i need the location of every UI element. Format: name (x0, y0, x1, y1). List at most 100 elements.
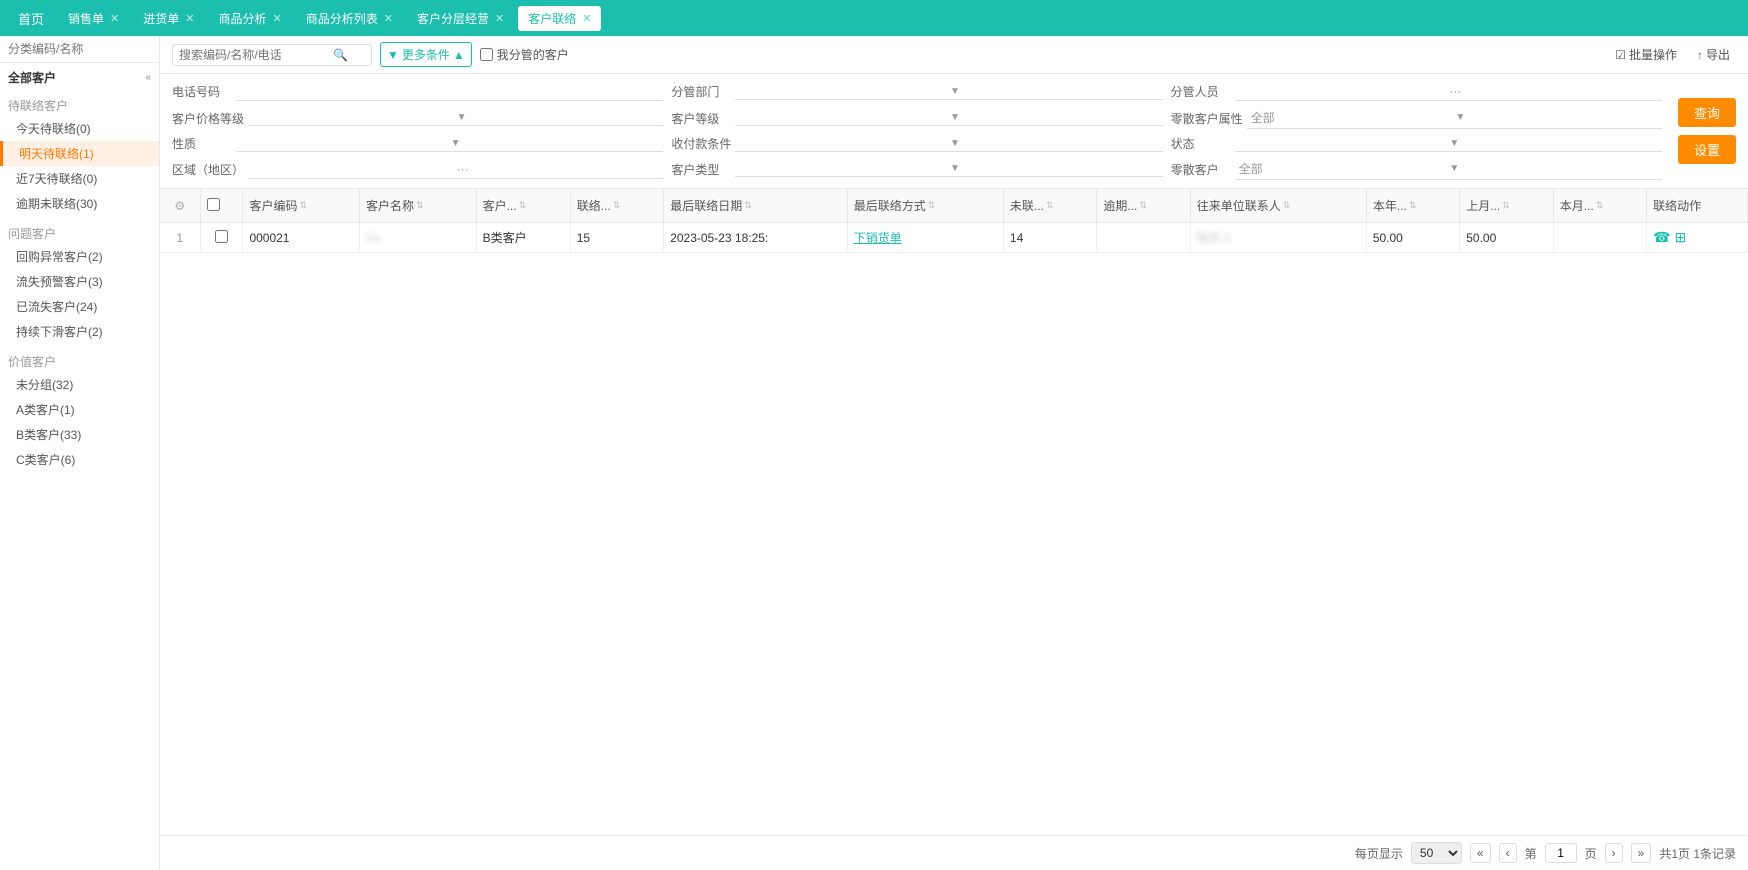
export-btn[interactable]: ↑ 导出 (1691, 43, 1736, 66)
th-last-month[interactable]: 上月... ⇅ (1460, 189, 1553, 223)
th-this-year[interactable]: 本年... ⇅ (1366, 189, 1459, 223)
sort-unit-contact-icon: ⇅ (1283, 200, 1291, 211)
sidebar-item-tomorrow[interactable]: 明天待联络(1) (0, 141, 159, 166)
sidebar-item-overdue[interactable]: 逾期未联络(30) (0, 191, 159, 216)
th-no-contact[interactable]: 未联... ⇅ (1003, 189, 1096, 223)
th-last-date[interactable]: 最后联络日期 ⇅ (664, 189, 848, 223)
row-checkbox[interactable] (215, 230, 228, 243)
search-bar-icon[interactable]: 🔍 (333, 48, 348, 62)
sidebar-all-customers[interactable]: 全部客户 « (0, 63, 159, 92)
last-page-btn[interactable]: » (1631, 843, 1652, 863)
my-customers-checkbox[interactable] (480, 48, 493, 61)
close-analysis-list-icon[interactable]: ✕ (384, 12, 393, 25)
qr-icon[interactable]: ⊞ (1675, 229, 1687, 246)
th-type[interactable]: 客户... ⇅ (476, 189, 570, 223)
cell-this-year: 50.00 (1366, 223, 1459, 253)
close-analysis-icon[interactable]: ✕ (273, 12, 282, 25)
first-page-btn[interactable]: « (1470, 843, 1491, 863)
sidebar-item-churned[interactable]: 已流失客户(24) (0, 294, 159, 319)
my-customers-checkbox-wrap[interactable]: 我分管的客户 (480, 46, 569, 63)
close-customer-tier-icon[interactable]: ✕ (495, 12, 504, 25)
filter-more-btn[interactable]: ▼ 更多条件 ▲ (380, 42, 472, 67)
filter-label-price-level: 客户价格等级 (172, 110, 244, 127)
filter-select-retail-customer[interactable]: 全部 ▼ (1235, 158, 1662, 180)
table-header-row: ⚙ 客户编码 ⇅ 客户名称 ⇅ (160, 189, 1748, 223)
cell-contacts: 15 (570, 223, 663, 253)
filter-select-status[interactable]: ▼ (1235, 136, 1662, 152)
th-contacts[interactable]: 联络... ⇅ (570, 189, 663, 223)
sidebar-item-classC[interactable]: C类客户(6) (0, 447, 159, 472)
sort-this-month-icon: ⇅ (1596, 200, 1604, 211)
cell-last-method[interactable]: 下销货单 (847, 223, 1003, 253)
filter-dots-person-icon[interactable]: ··· (1449, 84, 1658, 98)
th-unit-contact[interactable]: 往来单位联系人 ⇅ (1190, 189, 1366, 223)
filter-dots-region-icon[interactable]: ··· (457, 162, 660, 176)
gear-icon[interactable]: ⚙ (174, 199, 185, 213)
th-settings[interactable]: ⚙ (160, 189, 200, 223)
sidebar-item-ungrouped[interactable]: 未分组(32) (0, 372, 159, 397)
cell-action: ☎ ⊞ (1647, 223, 1748, 253)
filter-cell-nature: 性质 ▼ (172, 135, 663, 152)
nav-sales[interactable]: 销售单 ✕ (58, 6, 129, 31)
sort-no-contact-icon: ⇅ (1046, 200, 1054, 211)
filter-row-1: 电话号码 分管部门 ▼ 分管人员 (172, 82, 1662, 101)
sidebar-item-today[interactable]: 今天待联络(0) (0, 116, 159, 141)
filter-label-type: 客户类型 (671, 161, 731, 178)
sidebar-item-repurchase[interactable]: 回购异常客户(2) (0, 244, 159, 269)
sidebar-search-area: 🔍 (0, 36, 159, 63)
contact-icon[interactable]: ☎ (1653, 229, 1670, 246)
filter-select-nature[interactable]: ▼ (236, 136, 663, 152)
nav-analysis[interactable]: 商品分析 ✕ (208, 6, 291, 31)
per-page-select[interactable]: 50 100 200 (1411, 842, 1462, 864)
sidebar-item-classB[interactable]: B类客户(33) (0, 422, 159, 447)
th-last-method[interactable]: 最后联络方式 ⇅ (847, 189, 1003, 223)
th-overdue[interactable]: 逾期... ⇅ (1097, 189, 1190, 223)
filter-cell-price-level: 客户价格等级 ▼ (172, 110, 663, 127)
close-purchase-icon[interactable]: ✕ (185, 12, 194, 25)
nav-purchase[interactable]: 进货单 ✕ (133, 6, 204, 31)
batch-op-btn[interactable]: ☑ 批量操作 (1609, 43, 1683, 66)
filter-cell-payment: 收付款条件 ▼ (671, 135, 1162, 152)
nav-analysis-list[interactable]: 商品分析列表 ✕ (296, 6, 403, 31)
set-button[interactable]: 设置 (1678, 135, 1736, 164)
th-checkbox (200, 189, 243, 223)
filter-select-retail-attr[interactable]: 全部 ▼ (1247, 107, 1662, 129)
filter-input-phone[interactable] (236, 82, 663, 101)
cell-unit-contact: 联系人 (1190, 223, 1366, 253)
batch-op-icon: ☑ (1615, 48, 1626, 62)
filter-cell-retail-customer: 零散客户 全部 ▼ (1171, 158, 1662, 180)
sidebar-item-week[interactable]: 近7天待联络(0) (0, 166, 159, 191)
prev-page-btn[interactable]: ‹ (1499, 843, 1517, 863)
filter-select-price-level[interactable]: ▼ (248, 110, 663, 126)
filter-cell-dept: 分管部门 ▼ (671, 83, 1162, 100)
nav-home[interactable]: 首页 (8, 5, 54, 32)
sidebar-item-lost[interactable]: 流失预警客户(3) (0, 269, 159, 294)
filter-select-dept[interactable]: ▼ (735, 84, 1162, 100)
sidebar: 🔍 全部客户 « 待联络客户 今天待联络(0) 明天待联络(1) 近7天待联络(… (0, 36, 160, 870)
filter-select-payment[interactable]: ▼ (735, 136, 1162, 152)
filter-select-person[interactable]: ··· (1235, 82, 1662, 101)
filter-select-customer-level[interactable]: ▼ (735, 110, 1162, 126)
select-all-checkbox[interactable] (207, 198, 220, 211)
sidebar-item-classA[interactable]: A类客户(1) (0, 397, 159, 422)
sidebar-search-input[interactable] (8, 42, 160, 56)
filter-chevron-price-level-icon: ▼ (457, 112, 660, 123)
th-code[interactable]: 客户编码 ⇅ (243, 189, 360, 223)
row-actions: ☎ ⊞ (1653, 229, 1741, 246)
page-input[interactable] (1545, 843, 1577, 863)
filter-label-dept: 分管部门 (671, 83, 731, 100)
nav-customer-contact[interactable]: 客户联络 ✕ (518, 6, 601, 31)
sidebar-item-declining[interactable]: 持续下滑客户(2) (0, 319, 159, 344)
next-page-btn[interactable]: › (1605, 843, 1623, 863)
nav-customer-tier[interactable]: 客户分层经营 ✕ (407, 6, 514, 31)
query-button[interactable]: 查询 (1678, 98, 1736, 127)
filter-select-region[interactable]: ··· (248, 160, 663, 179)
search-input[interactable] (179, 48, 329, 62)
close-customer-contact-icon[interactable]: ✕ (582, 12, 591, 25)
close-sales-icon[interactable]: ✕ (110, 12, 119, 25)
th-this-month[interactable]: 本月... ⇅ (1553, 189, 1646, 223)
sort-last-date-icon: ⇅ (744, 200, 752, 211)
filter-select-type[interactable]: ▼ (735, 161, 1162, 177)
th-name[interactable]: 客户名称 ⇅ (360, 189, 477, 223)
last-method-link[interactable]: 下销货单 (854, 231, 902, 245)
